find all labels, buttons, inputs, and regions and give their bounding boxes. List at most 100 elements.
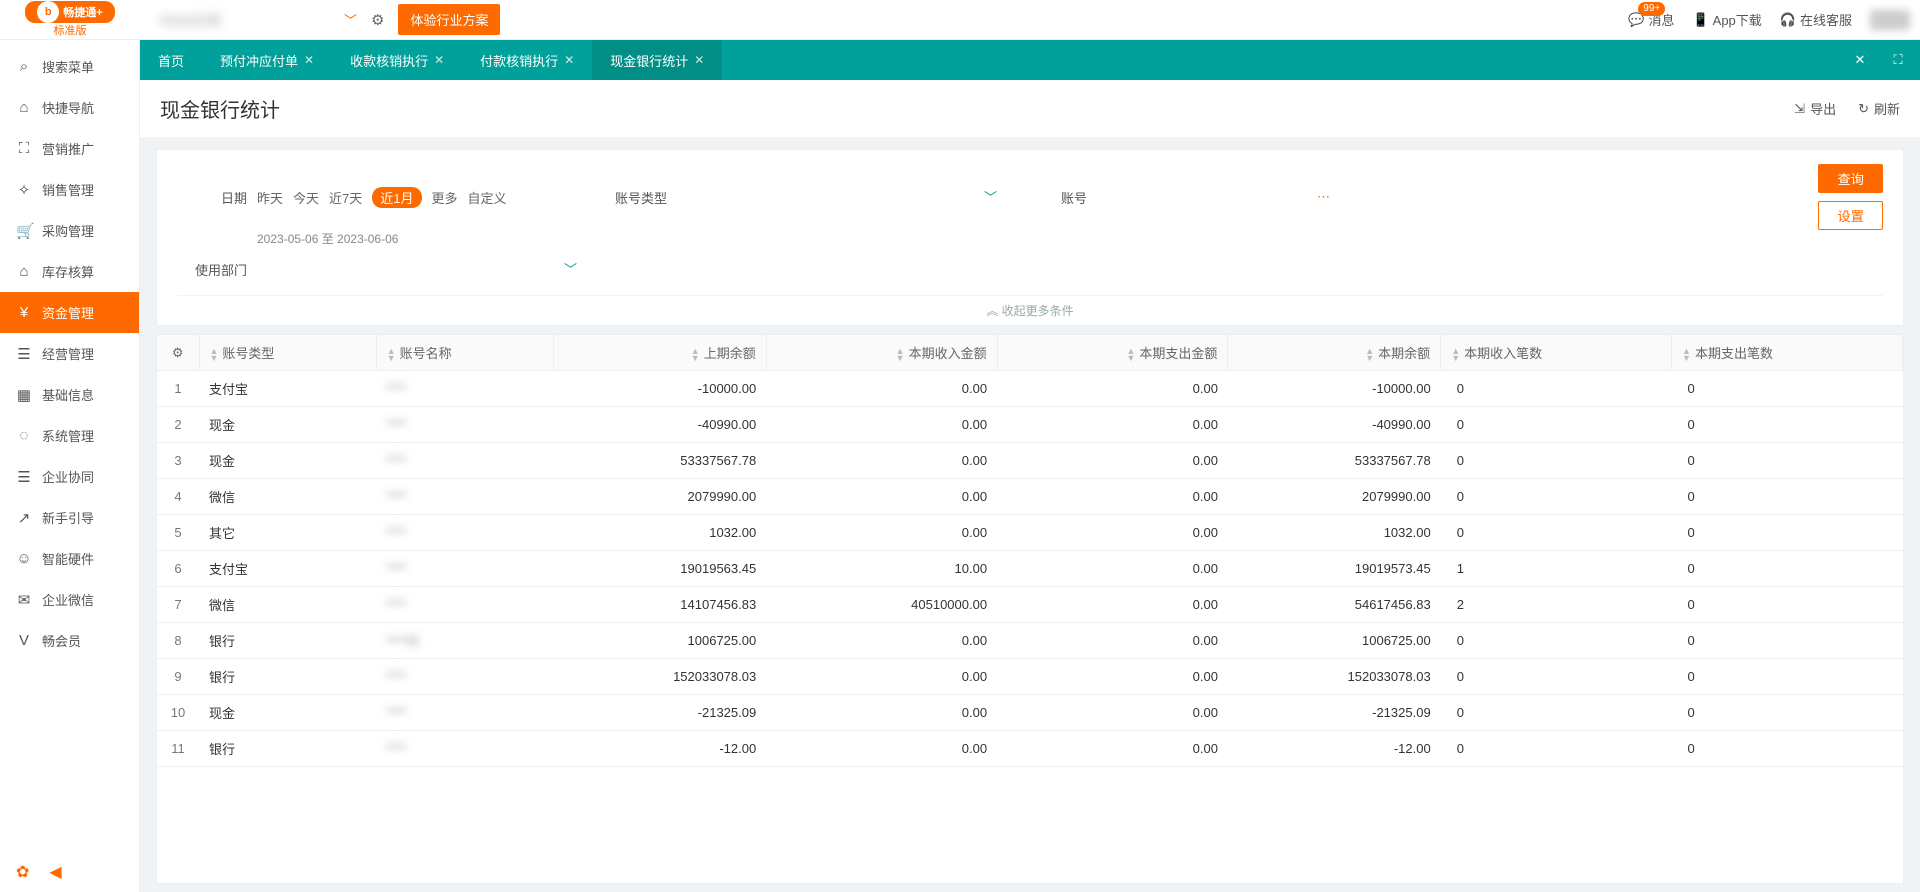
avatar[interactable] xyxy=(1870,10,1910,30)
chevron-down-icon[interactable]: ﹀ xyxy=(344,10,357,29)
app-download-label: App下载 xyxy=(1713,10,1762,29)
date-option[interactable]: 今天 xyxy=(293,188,319,207)
fullscreen-icon[interactable]: ⛶ xyxy=(1882,44,1914,76)
date-option[interactable]: 昨天 xyxy=(257,188,283,207)
cell-prev-balance: -21325.09 xyxy=(553,695,766,731)
sidebar-item-9[interactable]: ◌系统管理 xyxy=(0,415,139,456)
close-tab-icon[interactable]: ✕ xyxy=(1844,44,1876,76)
sidebar-item-5[interactable]: ⌂库存核算 xyxy=(0,251,139,292)
table-wrap: ⚙▲▼账号类型▲▼账号名称▲▼上期余额▲▼本期收入金额▲▼本期支出金额▲▼本期余… xyxy=(156,334,1904,884)
sidebar-item-label: 销售管理 xyxy=(42,180,94,199)
table-row[interactable]: 10现金****-21325.090.000.00-21325.0900 xyxy=(157,695,1903,731)
main: 首页预付冲应付单✕收款核销执行✕付款核销执行✕现金银行统计✕ ✕ ⛶ 现金银行统… xyxy=(140,40,1920,892)
date-range-text: 2023-05-06 至 2023-06-06 xyxy=(257,230,1883,247)
tab-3[interactable]: 付款核销执行✕ xyxy=(462,40,592,80)
table-row[interactable]: 4微信****2079990.000.000.002079990.0000 xyxy=(157,479,1903,515)
sidebar-item-7[interactable]: ☰经营管理 xyxy=(0,333,139,374)
gear-icon[interactable]: ⚙ xyxy=(371,11,384,29)
cell-expense-amount: 0.00 xyxy=(997,623,1228,659)
table-row[interactable]: 1支付宝****-10000.000.000.00-10000.0000 xyxy=(157,371,1903,407)
refresh-button[interactable]: ↻ 刷新 xyxy=(1858,99,1900,118)
query-button[interactable]: 查询 xyxy=(1818,164,1883,193)
table-row[interactable]: 9银行****152033078.030.000.00152033078.030… xyxy=(157,659,1903,695)
settings-gear-icon[interactable]: ✿ xyxy=(16,862,29,882)
table-row[interactable]: 2现金****-40990.000.000.00-40990.0000 xyxy=(157,407,1903,443)
column-header[interactable]: ▲▼账号类型 xyxy=(199,335,376,371)
close-icon[interactable]: ✕ xyxy=(564,53,574,67)
cell-balance: -12.00 xyxy=(1228,731,1441,767)
company-selector[interactable]: XXXX公司 xyxy=(160,10,330,29)
cell-income-amount: 0.00 xyxy=(766,731,997,767)
account-label: 账号 xyxy=(1017,188,1087,207)
date-option[interactable]: 近7天 xyxy=(329,188,362,207)
sidebar-item-14[interactable]: V畅会员 xyxy=(0,620,139,661)
tab-4[interactable]: 现金银行统计✕ xyxy=(592,40,722,80)
account-type-select[interactable]: ﹀ xyxy=(677,183,997,211)
column-header[interactable]: ▲▼上期余额 xyxy=(553,335,766,371)
cell-account-name: ****行 xyxy=(376,623,553,659)
sidebar-item-6[interactable]: ¥资金管理 xyxy=(0,292,139,333)
table-row[interactable]: 6支付宝****19019563.4510.000.0019019573.451… xyxy=(157,551,1903,587)
sidebar-item-10[interactable]: ☰企业协同 xyxy=(0,456,139,497)
sort-icon: ▲▼ xyxy=(210,348,219,362)
close-icon[interactable]: ✕ xyxy=(434,53,444,67)
sidebar-icon: 🛒 xyxy=(16,222,32,240)
column-header[interactable]: ▲▼账号名称 xyxy=(376,335,553,371)
table-row[interactable]: 7微信****14107456.8340510000.000.005461745… xyxy=(157,587,1903,623)
column-header[interactable]: ▲▼本期支出笔数 xyxy=(1672,335,1903,371)
top-header: b畅捷通+ 标准版 XXXX公司 ﹀ ⚙ 体验行业方案 💬 消息 99+ 📱 A… xyxy=(0,0,1920,40)
collapse-sidebar-icon[interactable]: ◀ xyxy=(49,862,61,882)
tab-2[interactable]: 收款核销执行✕ xyxy=(332,40,462,80)
column-header[interactable]: ▲▼本期支出金额 xyxy=(997,335,1228,371)
sidebar-item-11[interactable]: ↗新手引导 xyxy=(0,497,139,538)
sort-icon: ▲▼ xyxy=(387,348,396,362)
export-button[interactable]: ⇲ 导出 xyxy=(1794,99,1836,118)
table-row[interactable]: 3现金****53337567.780.000.0053337567.7800 xyxy=(157,443,1903,479)
collapse-filters-button[interactable]: ︽ 收起更多条件 xyxy=(177,295,1883,325)
table-settings-header[interactable]: ⚙ xyxy=(157,335,199,371)
row-index: 11 xyxy=(157,731,199,767)
sidebar-item-0[interactable]: ⌕搜索菜单 xyxy=(0,46,139,87)
cell-income-amount: 0.00 xyxy=(766,623,997,659)
table-row[interactable]: 8银行****行1006725.000.000.001006725.0000 xyxy=(157,623,1903,659)
table-row[interactable]: 5其它****1032.000.000.001032.0000 xyxy=(157,515,1903,551)
sidebar-item-1[interactable]: ⌂快捷导航 xyxy=(0,87,139,128)
cell-balance: 1032.00 xyxy=(1228,515,1441,551)
date-option[interactable]: 更多 xyxy=(432,188,458,207)
settings-button[interactable]: 设置 xyxy=(1818,201,1883,230)
cell-account-type: 现金 xyxy=(199,407,376,443)
online-service-link[interactable]: 🎧 在线客服 xyxy=(1780,10,1852,29)
messages-link[interactable]: 💬 消息 99+ xyxy=(1628,10,1674,29)
sidebar-item-label: 库存核算 xyxy=(42,262,94,281)
row-index: 4 xyxy=(157,479,199,515)
dept-select[interactable]: ﹀ xyxy=(257,255,577,283)
tab-label: 预付冲应付单 xyxy=(220,51,298,70)
column-header[interactable]: ▲▼本期收入笔数 xyxy=(1441,335,1672,371)
experience-plan-button[interactable]: 体验行业方案 xyxy=(398,4,500,35)
date-option[interactable]: 自定义 xyxy=(468,188,507,207)
tab-1[interactable]: 预付冲应付单 ✕ xyxy=(202,40,332,80)
sidebar-item-13[interactable]: ✉企业微信 xyxy=(0,579,139,620)
cell-balance: -21325.09 xyxy=(1228,695,1441,731)
cell-income-count: 0 xyxy=(1441,695,1672,731)
cell-account-name: **** xyxy=(376,731,553,767)
sidebar-item-2[interactable]: ⛶营销推广 xyxy=(0,128,139,169)
column-header[interactable]: ▲▼本期余额 xyxy=(1228,335,1441,371)
cell-prev-balance: 2079990.00 xyxy=(553,479,766,515)
tab-0[interactable]: 首页 xyxy=(140,40,202,80)
more-filters-icon[interactable]: ⋯ xyxy=(1317,189,1332,205)
sidebar-item-8[interactable]: ▦基础信息 xyxy=(0,374,139,415)
sidebar-item-4[interactable]: 🛒采购管理 xyxy=(0,210,139,251)
sidebar-item-12[interactable]: ☺智能硬件 xyxy=(0,538,139,579)
table-row[interactable]: 11银行****-12.000.000.00-12.0000 xyxy=(157,731,1903,767)
cell-balance: 53337567.78 xyxy=(1228,443,1441,479)
cell-expense-count: 0 xyxy=(1672,623,1903,659)
close-icon[interactable]: ✕ xyxy=(304,53,314,67)
sidebar-item-3[interactable]: ✧销售管理 xyxy=(0,169,139,210)
sidebar-icon: ☺ xyxy=(16,550,32,567)
column-header[interactable]: ▲▼本期收入金额 xyxy=(766,335,997,371)
date-option[interactable]: 近1月 xyxy=(372,187,421,208)
close-icon[interactable]: ✕ xyxy=(694,53,704,67)
app-download-link[interactable]: 📱 App下载 xyxy=(1692,10,1761,29)
sidebar-icon: ☰ xyxy=(16,468,32,486)
